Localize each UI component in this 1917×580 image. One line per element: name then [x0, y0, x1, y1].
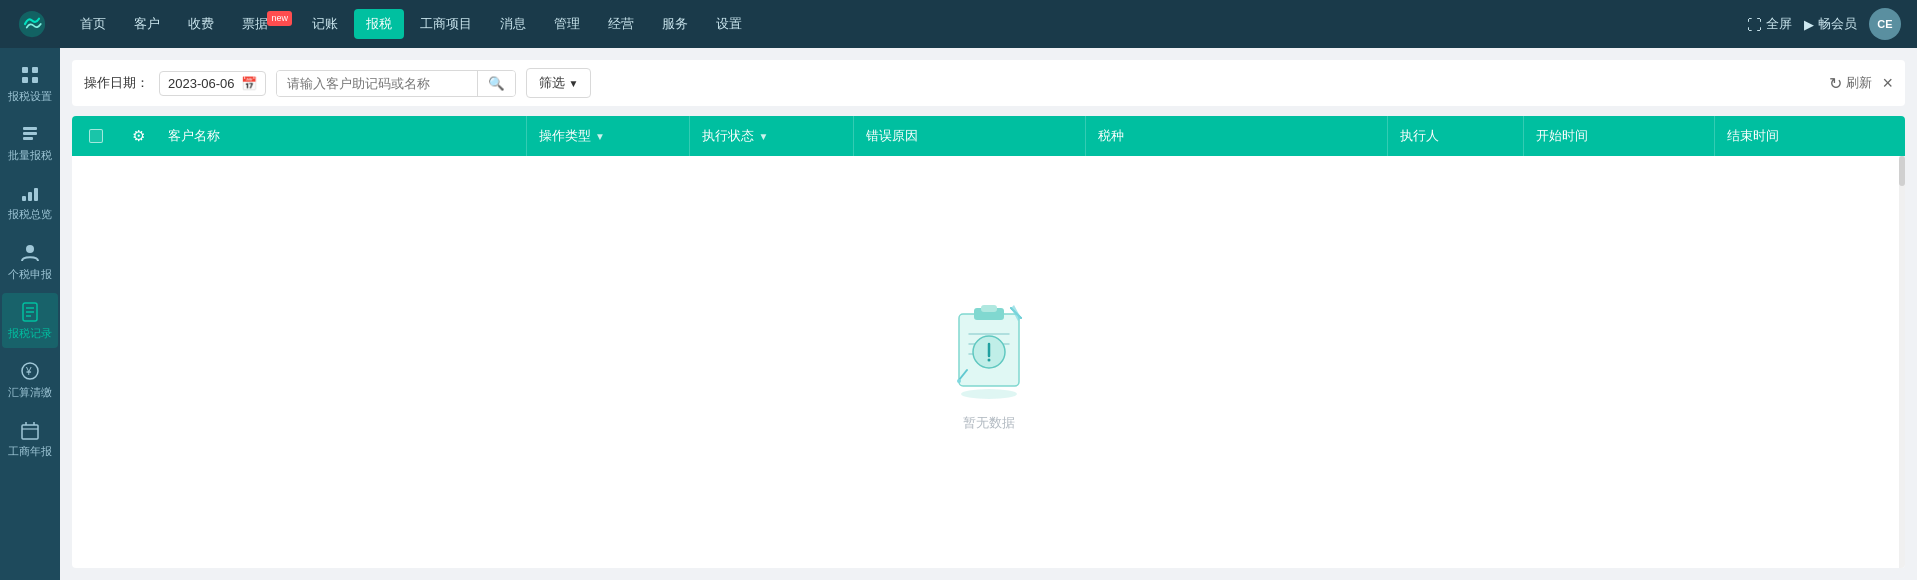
op-type-filter-icon: ▼: [595, 131, 605, 142]
empty-state: 暂无数据: [939, 292, 1039, 432]
svg-rect-5: [23, 127, 37, 130]
search-icon: 🔍: [488, 76, 505, 91]
nav-home[interactable]: 首页: [68, 9, 118, 39]
filter-button[interactable]: 筛选 ▼: [526, 68, 592, 98]
fullscreen-icon: ⛶: [1747, 16, 1762, 33]
svg-rect-18: [22, 425, 38, 439]
svg-rect-4: [32, 77, 38, 83]
personal-tax-icon: [19, 242, 41, 264]
tax-settings-icon: [19, 64, 41, 86]
toolbar: 操作日期： 2023-06-06 📅 🔍 筛选 ▼ ↻ 刷新 ×: [72, 60, 1905, 106]
col-header-error: 错误原因: [854, 116, 1087, 156]
col-header-status[interactable]: 执行状态 ▼: [690, 116, 853, 156]
sidebar-item-annual-report[interactable]: 工商年报: [2, 411, 58, 466]
sidebar-item-personal-tax[interactable]: 个税申报: [2, 234, 58, 289]
empty-illustration: [939, 292, 1039, 402]
col-header-taxtype: 税种: [1086, 116, 1388, 156]
search-button[interactable]: 🔍: [477, 71, 515, 96]
col-header-start-time: 开始时间: [1524, 116, 1715, 156]
nav-finance[interactable]: 经营: [596, 9, 646, 39]
nav-fee[interactable]: 收费: [176, 9, 226, 39]
sidebar-item-settlement[interactable]: ¥ 汇算清缴: [2, 352, 58, 407]
nav-service[interactable]: 服务: [650, 9, 700, 39]
sidebar-item-tax-settings[interactable]: 报税设置: [2, 56, 58, 111]
nav-business[interactable]: 工商项目: [408, 9, 484, 39]
refresh-button[interactable]: ↻ 刷新: [1829, 74, 1872, 93]
svg-point-11: [26, 245, 34, 253]
table-container: ⚙ 客户名称 操作类型 ▼ 执行状态 ▼ 错误原因 税种: [72, 116, 1905, 568]
col-header-executor: 执行人: [1388, 116, 1524, 156]
refresh-icon: ↻: [1829, 74, 1842, 93]
nav-invoice[interactable]: 票据 new: [230, 9, 296, 39]
settings-gear-icon[interactable]: ⚙: [132, 127, 145, 145]
app-logo[interactable]: [16, 8, 48, 40]
video-icon: ▶: [1804, 17, 1814, 32]
table-header: ⚙ 客户名称 操作类型 ▼ 执行状态 ▼ 错误原因 税种: [72, 116, 1905, 156]
nav-right: ⛶ 全屏 ▶ 畅会员 CE: [1747, 8, 1901, 40]
search-box: 🔍: [276, 70, 516, 97]
invoice-badge: new: [267, 11, 292, 26]
table-body: 暂无数据: [72, 156, 1905, 568]
svg-point-33: [957, 379, 961, 383]
svg-point-29: [987, 359, 990, 362]
scrollbar[interactable]: [1899, 156, 1905, 568]
svg-text:¥: ¥: [25, 366, 32, 377]
svg-rect-23: [981, 305, 997, 312]
nav-settings[interactable]: 设置: [704, 9, 754, 39]
nav-ledger[interactable]: 记账: [300, 9, 350, 39]
main-layout: 报税设置 批量报税 报税总览: [0, 48, 1917, 580]
scrollbar-thumb[interactable]: [1899, 156, 1905, 186]
svg-rect-10: [34, 188, 38, 201]
sidebar-item-tax-summary[interactable]: 报税总览: [2, 174, 58, 229]
sidebar-item-batch-tax[interactable]: 批量报税: [2, 115, 58, 170]
svg-rect-6: [23, 132, 37, 135]
fullscreen-button[interactable]: ⛶ 全屏: [1747, 15, 1792, 33]
tax-records-icon: [19, 301, 41, 323]
nav-customer[interactable]: 客户: [122, 9, 172, 39]
sidebar: 报税设置 批量报税 报税总览: [0, 48, 60, 580]
date-value: 2023-06-06: [168, 76, 235, 91]
sidebar-item-tax-records[interactable]: 报税记录: [2, 293, 58, 348]
calendar-icon: 📅: [241, 76, 257, 91]
svg-rect-3: [22, 77, 28, 83]
content-area: 操作日期： 2023-06-06 📅 🔍 筛选 ▼ ↻ 刷新 ×: [60, 48, 1917, 580]
svg-rect-2: [32, 67, 38, 73]
col-header-op-type[interactable]: 操作类型 ▼: [527, 116, 690, 156]
member-button[interactable]: ▶ 畅会员: [1804, 15, 1857, 33]
svg-point-20: [961, 389, 1017, 399]
date-label: 操作日期：: [84, 74, 149, 92]
nav-message[interactable]: 消息: [488, 9, 538, 39]
nav-items: 首页 客户 收费 票据 new 记账 报税 工商项目 消息 管理 经营 服务 设…: [68, 9, 1747, 39]
settlement-icon: ¥: [19, 360, 41, 382]
status-filter-icon: ▼: [758, 131, 768, 142]
svg-rect-1: [22, 67, 28, 73]
annual-report-icon: [19, 419, 41, 441]
nav-tax[interactable]: 报税: [354, 9, 404, 39]
batch-tax-icon: [19, 123, 41, 145]
header-settings-cell: ⚙: [120, 127, 156, 145]
svg-rect-8: [22, 196, 26, 201]
svg-rect-9: [28, 192, 32, 201]
filter-chevron-icon: ▼: [569, 78, 579, 89]
close-button[interactable]: ×: [1882, 74, 1893, 92]
svg-rect-7: [23, 137, 33, 140]
select-all-checkbox[interactable]: [89, 129, 103, 143]
nav-admin[interactable]: 管理: [542, 9, 592, 39]
col-header-end-time: 结束时间: [1715, 116, 1905, 156]
search-input[interactable]: [277, 71, 477, 96]
header-checkbox-cell: [72, 129, 120, 143]
col-header-customer: 客户名称: [156, 116, 527, 156]
empty-text: 暂无数据: [963, 414, 1015, 432]
close-icon: ×: [1882, 73, 1893, 93]
tax-summary-icon: [19, 182, 41, 204]
date-picker[interactable]: 2023-06-06 📅: [159, 71, 266, 96]
top-navigation: 首页 客户 收费 票据 new 记账 报税 工商项目 消息 管理 经营 服务 设…: [0, 0, 1917, 48]
user-avatar[interactable]: CE: [1869, 8, 1901, 40]
